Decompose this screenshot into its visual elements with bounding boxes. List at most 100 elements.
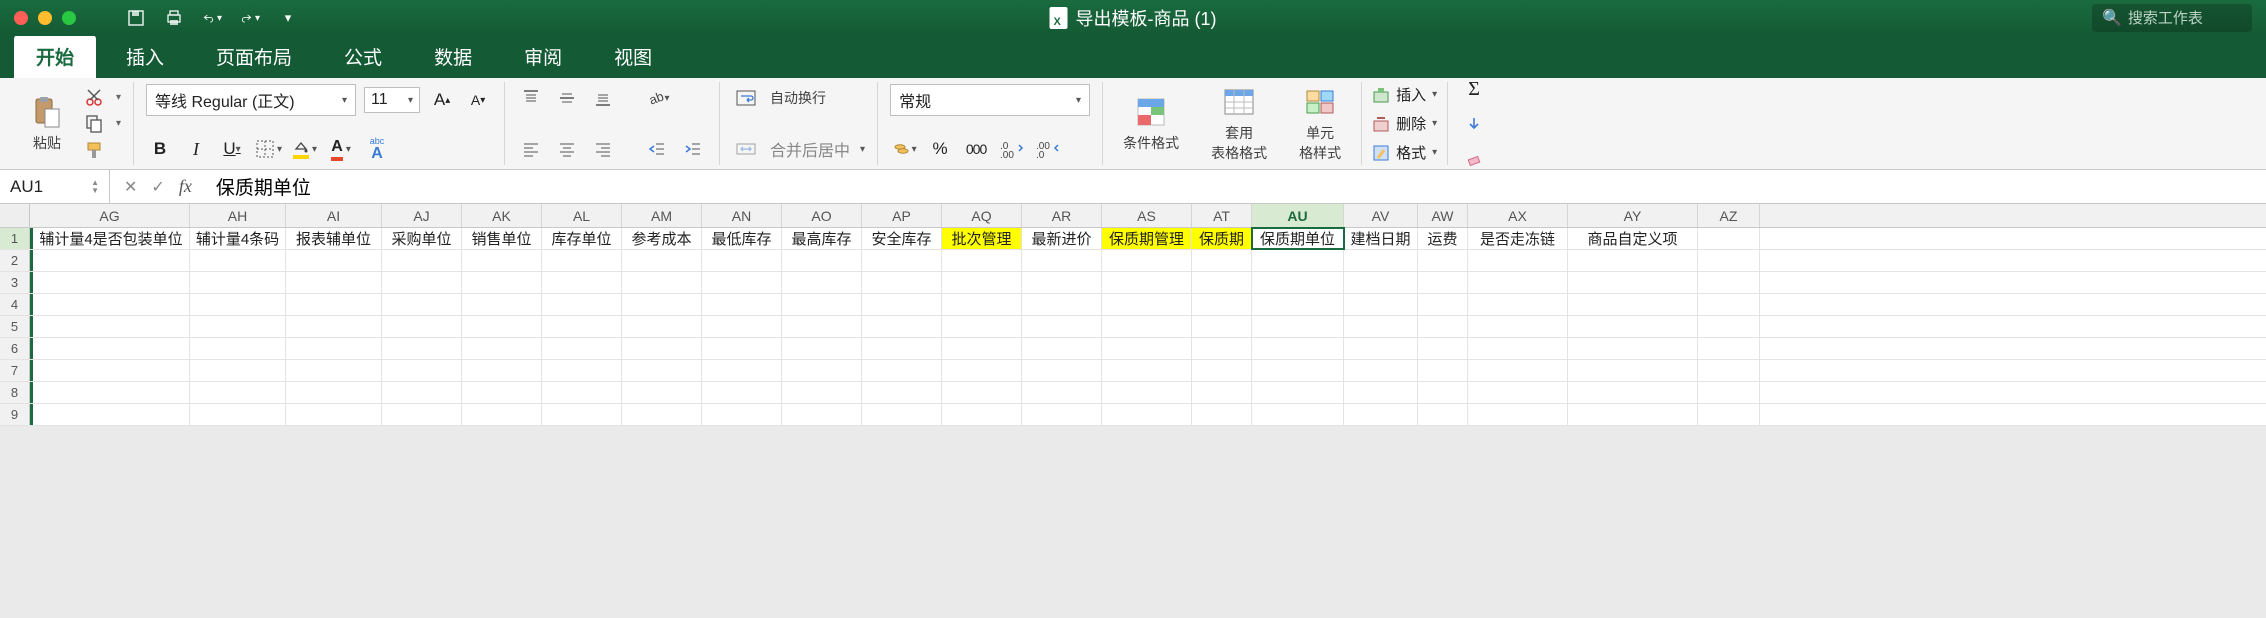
cell-AY2[interactable] — [1568, 250, 1698, 271]
column-header-AM[interactable]: AM — [622, 204, 702, 227]
cell-AQ3[interactable] — [942, 272, 1022, 293]
print-icon[interactable] — [164, 8, 184, 28]
cell-AN7[interactable] — [702, 360, 782, 381]
search-sheet[interactable]: 🔍 — [2092, 4, 2252, 32]
decrease-indent-icon[interactable] — [643, 135, 671, 163]
column-header-AS[interactable]: AS — [1102, 204, 1192, 227]
cell-AJ7[interactable] — [382, 360, 462, 381]
increase-font-icon[interactable]: A▴ — [428, 86, 456, 114]
cell-AZ4[interactable] — [1698, 294, 1760, 315]
cell-styles-button[interactable]: 单元 格样式 — [1291, 81, 1349, 167]
cell-AN4[interactable] — [702, 294, 782, 315]
align-top-icon[interactable] — [517, 84, 545, 112]
column-header-AY[interactable]: AY — [1568, 204, 1698, 227]
row-header-3[interactable]: 3 — [0, 272, 30, 293]
cell-AU7[interactable] — [1252, 360, 1344, 381]
decrease-font-icon[interactable]: A▾ — [464, 86, 492, 114]
cell-AX5[interactable] — [1468, 316, 1568, 337]
cell-AK1[interactable]: 销售单位 — [462, 228, 542, 249]
cell-AO6[interactable] — [782, 338, 862, 359]
cell-AM1[interactable]: 参考成本 — [622, 228, 702, 249]
cell-AT2[interactable] — [1192, 250, 1252, 271]
cell-AS1[interactable]: 保质期管理 — [1102, 228, 1192, 249]
format-painter-icon[interactable] — [80, 137, 108, 163]
cell-AN9[interactable] — [702, 404, 782, 425]
cell-AS6[interactable] — [1102, 338, 1192, 359]
cell-AZ3[interactable] — [1698, 272, 1760, 293]
cell-AG9[interactable] — [30, 404, 190, 425]
cell-AY7[interactable] — [1568, 360, 1698, 381]
align-left-icon[interactable] — [517, 135, 545, 163]
cell-AP6[interactable] — [862, 338, 942, 359]
cell-AI7[interactable] — [286, 360, 382, 381]
row-header-9[interactable]: 9 — [0, 404, 30, 425]
cell-AY8[interactable] — [1568, 382, 1698, 403]
cell-AW8[interactable] — [1418, 382, 1468, 403]
undo-icon[interactable]: ▾ — [202, 8, 222, 28]
cell-AP9[interactable] — [862, 404, 942, 425]
cell-AR2[interactable] — [1022, 250, 1102, 271]
cell-AQ2[interactable] — [942, 250, 1022, 271]
cell-AL2[interactable] — [542, 250, 622, 271]
cell-AL8[interactable] — [542, 382, 622, 403]
cell-AP2[interactable] — [862, 250, 942, 271]
cell-AZ6[interactable] — [1698, 338, 1760, 359]
increase-decimal-icon[interactable]: .0.00 — [998, 135, 1026, 163]
cell-AH8[interactable] — [190, 382, 286, 403]
fx-icon[interactable]: fx — [179, 176, 192, 197]
column-header-AG[interactable]: AG — [30, 204, 190, 227]
cell-AL7[interactable] — [542, 360, 622, 381]
cell-AZ8[interactable] — [1698, 382, 1760, 403]
cell-AH9[interactable] — [190, 404, 286, 425]
cell-AU6[interactable] — [1252, 338, 1344, 359]
cell-AU1[interactable]: 保质期单位 — [1252, 228, 1344, 249]
cell-AK4[interactable] — [462, 294, 542, 315]
column-header-AJ[interactable]: AJ — [382, 204, 462, 227]
row-header-6[interactable]: 6 — [0, 338, 30, 359]
cell-AK6[interactable] — [462, 338, 542, 359]
cell-AO9[interactable] — [782, 404, 862, 425]
copy-icon[interactable] — [80, 110, 108, 136]
cell-AZ7[interactable] — [1698, 360, 1760, 381]
cell-AI2[interactable] — [286, 250, 382, 271]
save-icon[interactable] — [126, 8, 146, 28]
cell-AU3[interactable] — [1252, 272, 1344, 293]
cell-AW2[interactable] — [1418, 250, 1468, 271]
cell-AJ4[interactable] — [382, 294, 462, 315]
cell-AG4[interactable] — [30, 294, 190, 315]
increase-indent-icon[interactable] — [679, 135, 707, 163]
cell-AR3[interactable] — [1022, 272, 1102, 293]
cell-AV7[interactable] — [1344, 360, 1418, 381]
cell-AI5[interactable] — [286, 316, 382, 337]
column-header-AT[interactable]: AT — [1192, 204, 1252, 227]
cell-AM3[interactable] — [622, 272, 702, 293]
cell-AO5[interactable] — [782, 316, 862, 337]
cell-AU4[interactable] — [1252, 294, 1344, 315]
cell-AS7[interactable] — [1102, 360, 1192, 381]
cell-AW4[interactable] — [1418, 294, 1468, 315]
cell-AH5[interactable] — [190, 316, 286, 337]
cell-AQ6[interactable] — [942, 338, 1022, 359]
cell-AH6[interactable] — [190, 338, 286, 359]
maximize-window-button[interactable] — [62, 11, 76, 25]
cell-AI4[interactable] — [286, 294, 382, 315]
cell-AX2[interactable] — [1468, 250, 1568, 271]
format-as-table-button[interactable]: 套用 表格格式 — [1203, 81, 1275, 167]
cell-AL4[interactable] — [542, 294, 622, 315]
cell-AL6[interactable] — [542, 338, 622, 359]
cell-AI3[interactable] — [286, 272, 382, 293]
cell-AS9[interactable] — [1102, 404, 1192, 425]
cell-AO7[interactable] — [782, 360, 862, 381]
column-header-AL[interactable]: AL — [542, 204, 622, 227]
cell-AV5[interactable] — [1344, 316, 1418, 337]
cell-AL3[interactable] — [542, 272, 622, 293]
row-header-5[interactable]: 5 — [0, 316, 30, 337]
copy-dropdown-icon[interactable]: ▾ — [116, 118, 121, 129]
merge-dropdown-icon[interactable]: ▾ — [860, 144, 865, 155]
merge-center-icon[interactable] — [732, 135, 760, 163]
column-header-AV[interactable]: AV — [1344, 204, 1418, 227]
cell-AG7[interactable] — [30, 360, 190, 381]
search-input[interactable] — [2128, 10, 2238, 27]
column-header-AW[interactable]: AW — [1418, 204, 1468, 227]
cell-AX8[interactable] — [1468, 382, 1568, 403]
